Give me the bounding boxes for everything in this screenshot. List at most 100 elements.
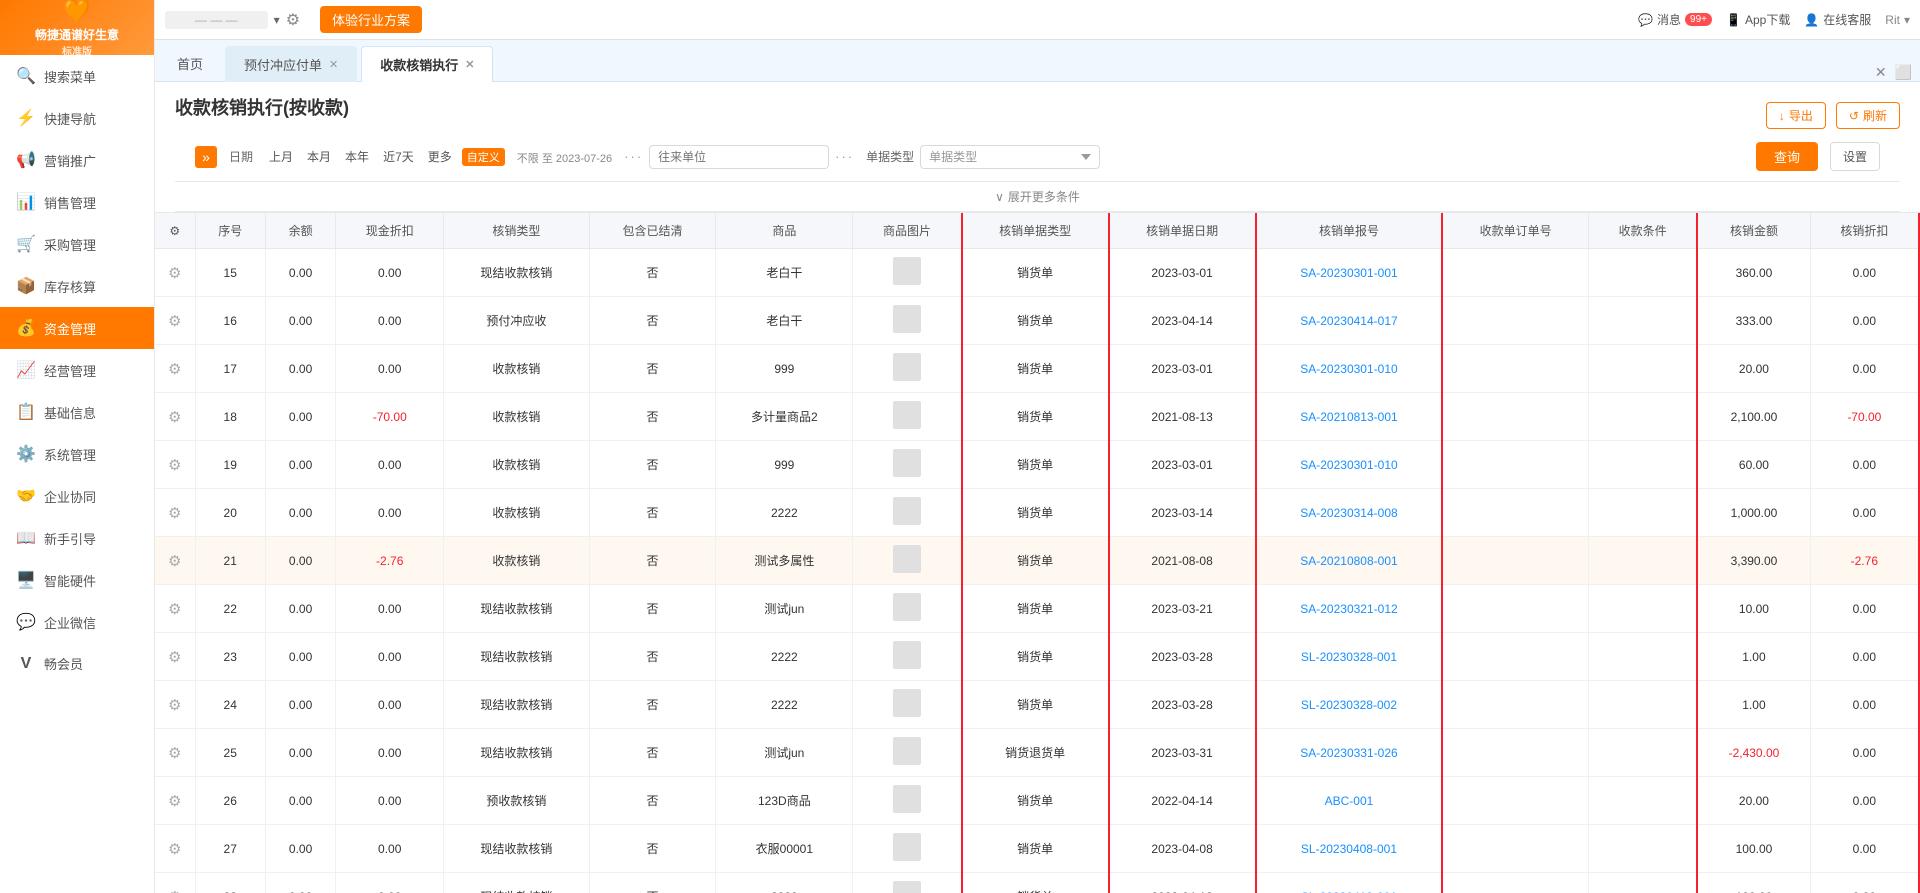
sidebar-item-weixin[interactable]: 💬 企业微信 (0, 601, 154, 643)
expand-more-btn[interactable]: ∨ 展开更多条件 (175, 182, 1900, 212)
messages-btn[interactable]: 💬 消息 99+ (1638, 11, 1712, 28)
row-settings[interactable]: ⚙ (155, 393, 195, 441)
app-download-btn[interactable]: 📱 App下载 (1726, 11, 1790, 28)
row-settings[interactable]: ⚙ (155, 297, 195, 345)
row-cancel-type: 现结收款核销 (444, 825, 589, 873)
sidebar-item-purchase[interactable]: 🛒 采购管理 (0, 223, 154, 265)
sidebar-item-system[interactable]: ⚙️ 系统管理 (0, 433, 154, 475)
date-this-month[interactable]: 本月 (303, 146, 335, 167)
sidebar-item-finance[interactable]: 💰 资金管理 (0, 307, 154, 349)
row-receipt-condition (1589, 633, 1698, 681)
date-more[interactable]: 更多 (424, 146, 456, 167)
row-settings[interactable]: ⚙ (155, 249, 195, 297)
bill-report-no-link[interactable]: SA-20230301-001 (1300, 266, 1397, 280)
sidebar-item-operation[interactable]: 📈 经营管理 (0, 349, 154, 391)
row-bill-report-no[interactable]: SL-20230418-001 (1256, 873, 1443, 893)
bill-report-no-link[interactable]: SA-20230331-026 (1300, 746, 1397, 760)
bill-report-no-link[interactable]: SL-20230328-001 (1301, 650, 1397, 664)
row-settings[interactable]: ⚙ (155, 681, 195, 729)
export-btn[interactable]: ↓ 导出 (1766, 102, 1826, 129)
row-bill-report-no[interactable]: SA-20230414-017 (1256, 297, 1443, 345)
row-receipt-condition (1589, 441, 1698, 489)
row-bill-report-no[interactable]: SA-20210808-001 (1256, 537, 1443, 585)
row-has-settled: 否 (589, 681, 716, 729)
row-settings[interactable]: ⚙ (155, 345, 195, 393)
bill-report-no-link[interactable]: SL-20230408-001 (1301, 842, 1397, 856)
tab-home[interactable]: 首页 (159, 46, 221, 81)
sidebar-item-label: 营销推广 (44, 151, 96, 170)
row-settings[interactable]: ⚙ (155, 585, 195, 633)
row-settings[interactable]: ⚙ (155, 489, 195, 537)
filter-toggle-btn[interactable]: » (195, 146, 217, 168)
sidebar-item-search[interactable]: 🔍 搜索菜单 (0, 55, 154, 97)
bill-report-no-link[interactable]: SA-20210813-001 (1300, 410, 1397, 424)
settings-btn[interactable]: 设置 (1830, 142, 1880, 171)
sidebar-item-marketing[interactable]: 📢 营销推广 (0, 139, 154, 181)
sidebar-item-shortcut[interactable]: ⚡ 快捷导航 (0, 97, 154, 139)
tab-close-prepay[interactable]: ✕ (329, 58, 338, 71)
row-bill-report-no[interactable]: SA-20210813-001 (1256, 393, 1443, 441)
tab-close-receipt[interactable]: ✕ (465, 58, 474, 71)
date-this-year[interactable]: 本年 (341, 146, 373, 167)
bill-report-no-link[interactable]: SA-20230414-017 (1300, 314, 1397, 328)
row-settings[interactable]: ⚙ (155, 873, 195, 893)
row-bill-report-date: 2023-03-21 (1109, 585, 1256, 633)
row-bill-report-no[interactable]: SA-20230331-026 (1256, 729, 1443, 777)
row-balance: 0.00 (265, 729, 335, 777)
sidebar-item-guide[interactable]: 📖 新手引导 (0, 517, 154, 559)
gear-icon[interactable]: ⚙ (286, 10, 300, 30)
close-window-btn[interactable]: ✕ (1875, 64, 1887, 81)
sidebar-item-smart-hw[interactable]: 🖥️ 智能硬件 (0, 559, 154, 601)
row-bill-report-no[interactable]: SA-20230301-001 (1256, 249, 1443, 297)
app-icon: 📱 (1726, 13, 1741, 27)
user-menu[interactable]: Rit ▾ (1885, 13, 1910, 27)
row-settings[interactable]: ⚙ (155, 777, 195, 825)
row-no: 23 (195, 633, 265, 681)
row-bill-report-no[interactable]: SA-20230321-012 (1256, 585, 1443, 633)
sidebar-item-inventory[interactable]: 📦 库存核算 (0, 265, 154, 307)
sidebar-item-basic-info[interactable]: 📋 基础信息 (0, 391, 154, 433)
query-btn[interactable]: 查询 (1756, 142, 1818, 171)
refresh-btn[interactable]: ↺ 刷新 (1836, 102, 1900, 129)
bill-report-no-link[interactable]: SL-20230418-001 (1301, 890, 1397, 893)
bill-report-no-link[interactable]: SA-20230314-008 (1300, 506, 1397, 520)
bill-report-no-link[interactable]: SL-20230328-002 (1301, 698, 1397, 712)
bill-report-no-link[interactable]: ABC-001 (1325, 794, 1374, 808)
row-bill-report-no[interactable]: SL-20230328-001 (1256, 633, 1443, 681)
row-bill-report-no[interactable]: ABC-001 (1256, 777, 1443, 825)
sidebar-item-corp-collab[interactable]: 🤝 企业协同 (0, 475, 154, 517)
settings-icon: ⚙ (169, 224, 180, 238)
row-settings[interactable]: ⚙ (155, 825, 195, 873)
tab-receipt-cancel[interactable]: 收款核销执行 ✕ (361, 46, 493, 82)
row-bill-report-no[interactable]: SA-20230301-010 (1256, 345, 1443, 393)
row-bill-report-no[interactable]: SL-20230328-002 (1256, 681, 1443, 729)
row-cancel-amount: 10.00 (1697, 585, 1810, 633)
sidebar-item-sales[interactable]: 📊 销售管理 (0, 181, 154, 223)
sidebar-item-member[interactable]: V 畅会员 (0, 643, 154, 684)
row-settings[interactable]: ⚙ (155, 633, 195, 681)
date-last-month[interactable]: 上月 (265, 146, 297, 167)
bill-report-no-link[interactable]: SA-20230301-010 (1300, 458, 1397, 472)
date-last-7-days[interactable]: 近7天 (379, 146, 418, 167)
col-settings-header[interactable]: ⚙ (155, 213, 195, 249)
company-selector[interactable]: — — — ▾ ⚙ (165, 10, 300, 30)
custom-date-tag[interactable]: 自定义 (462, 148, 505, 166)
page-title: 收款核销执行(按收款) (175, 94, 1900, 120)
row-settings-icon: ⚙ (168, 505, 181, 522)
industry-btn[interactable]: 体验行业方案 (320, 6, 422, 33)
bill-report-no-link[interactable]: SA-20230301-010 (1300, 362, 1397, 376)
bill-report-no-link[interactable]: SA-20230321-012 (1300, 602, 1397, 616)
row-bill-report-no[interactable]: SA-20230301-010 (1256, 441, 1443, 489)
chevron-down-icon: ∨ (995, 190, 1004, 204)
bill-type-select[interactable]: 单据类型 (920, 145, 1100, 169)
partner-input[interactable] (649, 145, 829, 169)
row-settings[interactable]: ⚙ (155, 729, 195, 777)
maximize-btn[interactable]: ⬜ (1895, 64, 1912, 81)
bill-report-no-link[interactable]: SA-20210808-001 (1300, 554, 1397, 568)
tab-prepay[interactable]: 预付冲应付单 ✕ (225, 46, 357, 82)
row-settings[interactable]: ⚙ (155, 441, 195, 489)
row-settings[interactable]: ⚙ (155, 537, 195, 585)
row-bill-report-no[interactable]: SA-20230314-008 (1256, 489, 1443, 537)
row-bill-report-no[interactable]: SL-20230408-001 (1256, 825, 1443, 873)
online-support-btn[interactable]: 👤 在线客服 (1804, 11, 1871, 28)
